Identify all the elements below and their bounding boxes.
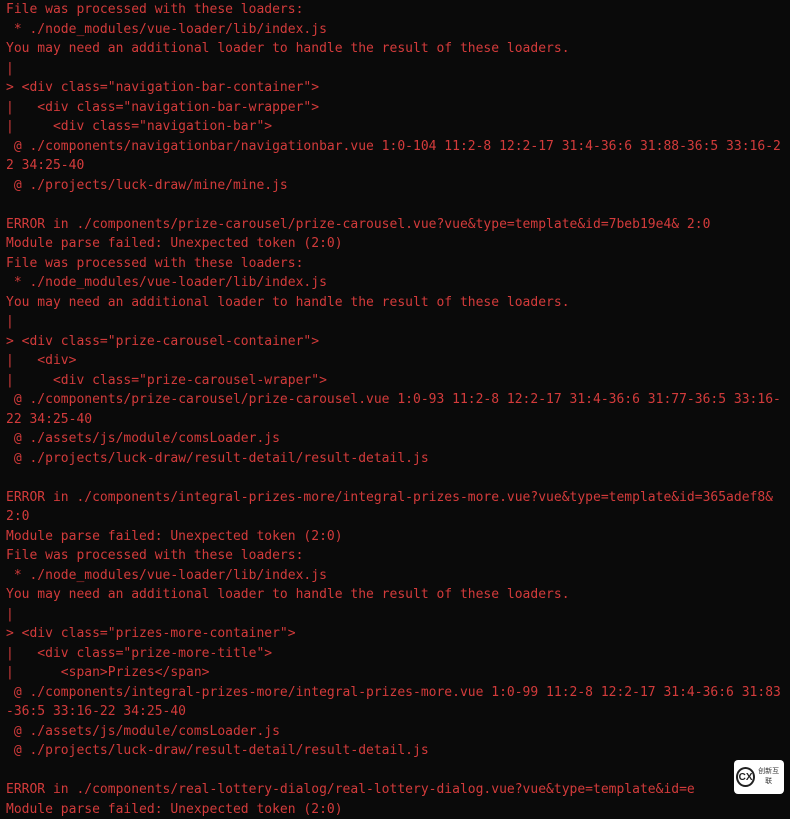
terminal-output: File was processed with these loaders: *… [0, 0, 790, 819]
terminal-line: | <div class="prize-more-title"> [6, 644, 784, 664]
terminal-line: * ./node_modules/vue-loader/lib/index.js [6, 566, 784, 586]
terminal-line: You may need an additional loader to han… [6, 293, 784, 313]
terminal-line: | <div class="navigation-bar-wrapper"> [6, 98, 784, 118]
terminal-line: | [6, 59, 784, 79]
watermark-logo: CX [736, 767, 755, 787]
terminal-line: * ./node_modules/vue-loader/lib/index.js [6, 273, 784, 293]
terminal-line: Module parse failed: Unexpected token (2… [6, 800, 784, 819]
terminal-line: | [6, 605, 784, 625]
watermark-logo-text: CX [739, 770, 753, 785]
terminal-line: @ ./components/integral-prizes-more/inte… [6, 683, 784, 722]
terminal-line: @ ./projects/luck-draw/result-detail/res… [6, 449, 784, 469]
terminal-line: ERROR in ./components/integral-prizes-mo… [6, 488, 784, 527]
terminal-line: @ ./components/prize-carousel/prize-caro… [6, 390, 784, 429]
terminal-line: File was processed with these loaders: [6, 0, 784, 20]
terminal-line: @ ./assets/js/module/comsLoader.js [6, 722, 784, 742]
terminal-line: Module parse failed: Unexpected token (2… [6, 527, 784, 547]
terminal-line: > <div class="prize-carousel-container"> [6, 332, 784, 352]
terminal-line: > <div class="prizes-more-container"> [6, 624, 784, 644]
terminal-line: @ ./components/navigationbar/navigationb… [6, 137, 784, 176]
terminal-line: You may need an additional loader to han… [6, 39, 784, 59]
terminal-line: Module parse failed: Unexpected token (2… [6, 234, 784, 254]
terminal-line: @ ./assets/js/module/comsLoader.js [6, 429, 784, 449]
terminal-line: @ ./projects/luck-draw/result-detail/res… [6, 741, 784, 761]
terminal-line: | <div> [6, 351, 784, 371]
terminal-line: You may need an additional loader to han… [6, 585, 784, 605]
terminal-line [6, 195, 784, 215]
terminal-line: ERROR in ./components/real-lottery-dialo… [6, 780, 784, 800]
terminal-line: | [6, 312, 784, 332]
terminal-line: * ./node_modules/vue-loader/lib/index.js [6, 20, 784, 40]
watermark-badge: CX 创新互联 [734, 760, 784, 794]
terminal-line: @ ./projects/luck-draw/mine/mine.js [6, 176, 784, 196]
terminal-line: | <div class="prize-carousel-wraper"> [6, 371, 784, 391]
terminal-line: ERROR in ./components/prize-carousel/pri… [6, 215, 784, 235]
terminal-line: > <div class="navigation-bar-container"> [6, 78, 784, 98]
terminal-line [6, 468, 784, 488]
terminal-line [6, 761, 784, 781]
terminal-line: | <div class="navigation-bar"> [6, 117, 784, 137]
terminal-line: File was processed with these loaders: [6, 254, 784, 274]
terminal-line: | <span>Prizes</span> [6, 663, 784, 683]
terminal-line: File was processed with these loaders: [6, 546, 784, 566]
watermark-label: 创新互联 [755, 767, 782, 788]
